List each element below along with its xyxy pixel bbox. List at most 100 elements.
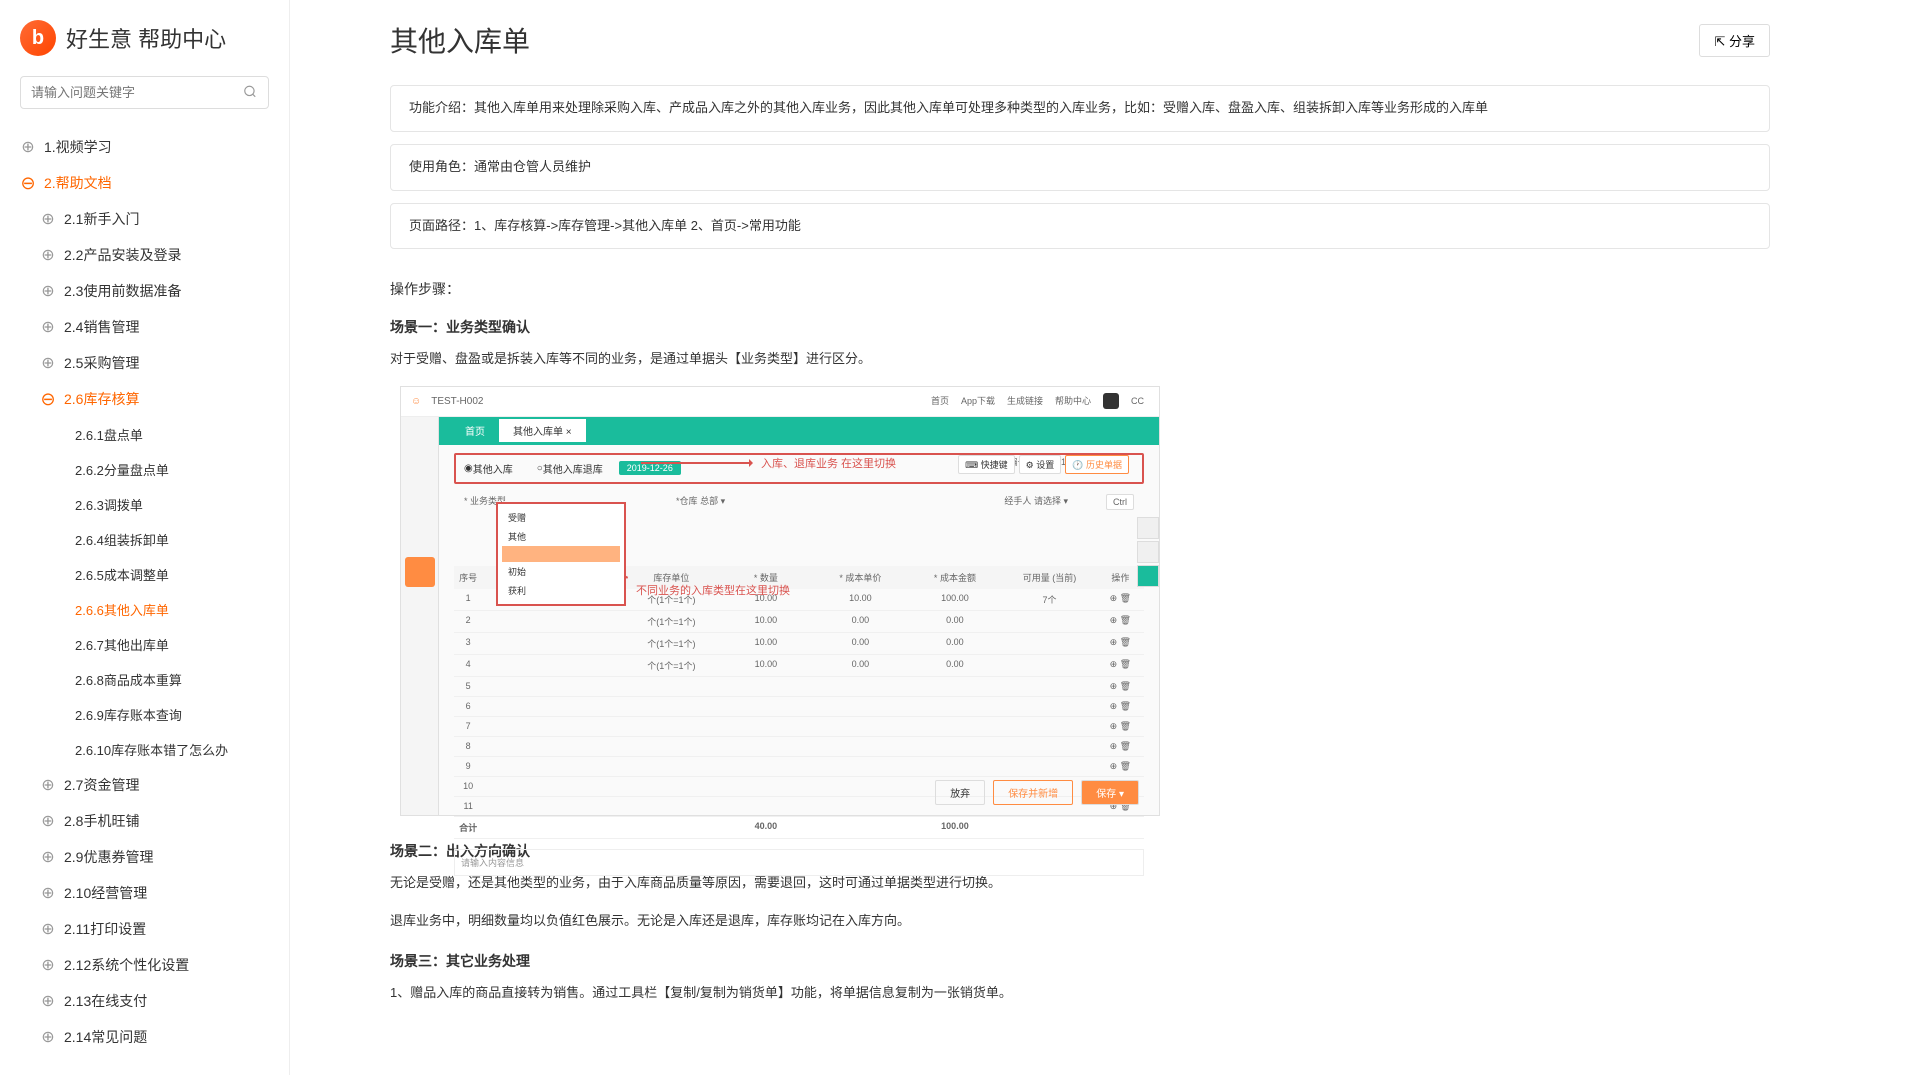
plus-icon: ⊕ <box>40 957 56 973</box>
scene3-desc1: 1、赠品入库的商品直接转为销售。通过工具栏【复制/复制为销货单】功能，将单据信息… <box>390 981 1770 1004</box>
nav-2-8[interactable]: ⊕2.8手机旺铺 <box>20 803 269 839</box>
sp-biztype-dropdown: 受赠 其他 初始 获利 <box>496 502 626 606</box>
annotation-2: 不同业务的入库类型在这里切换 <box>636 582 790 598</box>
sp-top-gen: 生成链接 <box>1007 394 1043 407</box>
nav-2-6-2[interactable]: 2.6.2分量盘点单 <box>20 452 269 487</box>
nav-2-6-5[interactable]: 2.6.5成本调整单 <box>20 557 269 592</box>
nav-2-3[interactable]: ⊕2.3使用前数据准备 <box>20 273 269 309</box>
nav-2-6-10[interactable]: 2.6.10库存账本错了怎么办 <box>20 732 269 767</box>
nav-2-6-7[interactable]: 2.6.7其他出库单 <box>20 627 269 662</box>
intro-label: 功能介绍： <box>409 100 474 115</box>
plus-icon: ⊕ <box>40 885 56 901</box>
sp-top-user: CC <box>1131 396 1144 406</box>
table-row: 7⊕ 🗑 <box>454 717 1144 737</box>
plus-icon: ⊕ <box>40 247 56 263</box>
sp-wh: *仓库 总部 ▾ <box>676 494 725 510</box>
nav-2-13[interactable]: ⊕2.13在线支付 <box>20 983 269 1019</box>
minus-icon: ⊖ <box>40 391 56 407</box>
sp-right-buttons: ⌨ 快捷键 ⚙ 设置 🕐 历史单据 <box>958 455 1129 474</box>
plus-icon: ⊕ <box>40 211 56 227</box>
share-button[interactable]: ⇱ 分享 <box>1699 24 1770 57</box>
nav-2-10[interactable]: ⊕2.10经营管理 <box>20 875 269 911</box>
nav-2-1[interactable]: ⊕2.1新手入门 <box>20 201 269 237</box>
role-text: 通常由仓管人员维护 <box>474 159 591 174</box>
search-icon[interactable] <box>243 84 257 101</box>
nav-2-6-1[interactable]: 2.6.1盘点单 <box>20 417 269 452</box>
embedded-screenshot: ☺ TEST-H002 首页 App下载 生成链接 帮助中心 CC <box>400 386 1160 816</box>
sp-tabbar: 首页 其他入库单 × <box>401 417 1159 445</box>
nav-2-6-8[interactable]: 2.6.8商品成本重算 <box>20 662 269 697</box>
sidetool-icon <box>1137 565 1159 587</box>
annotation-arrow <box>641 462 751 464</box>
plus-icon: ⊕ <box>40 319 56 335</box>
plus-icon: ⊕ <box>40 921 56 937</box>
sp-maker: 经手人 请选择 ▾ <box>1004 494 1068 510</box>
nav-2-7[interactable]: ⊕2.7资金管理 <box>20 767 269 803</box>
dd-item: 获利 <box>502 581 620 600</box>
sp-btn-shortcut: ⌨ 快捷键 <box>958 455 1015 474</box>
nav-2-4[interactable]: ⊕2.4销售管理 <box>20 309 269 345</box>
sp-logo-icon: ☺ <box>411 396 421 407</box>
sp-top-home: 首页 <box>931 394 949 407</box>
th-no: 序号 <box>454 571 482 584</box>
plus-icon: ⊕ <box>40 813 56 829</box>
sp-nav-icon-active <box>405 557 435 587</box>
nav-2-11[interactable]: ⊕2.11打印设置 <box>20 911 269 947</box>
sp-btn-save-add: 保存并新增 <box>993 780 1073 805</box>
share-icon: ⇱ <box>1714 34 1725 49</box>
plus-icon: ⊕ <box>40 355 56 371</box>
search-input[interactable] <box>20 76 269 109</box>
path-card: 页面路径：1、库存核算->库存管理->其他入库单 2、首页->常用功能 <box>390 203 1770 250</box>
intro-card: 功能介绍：其他入库单用来处理除采购入库、产成品入库之外的其他入库业务，因此其他入… <box>390 85 1770 132</box>
nav-2-14[interactable]: ⊕2.14常见问题 <box>20 1019 269 1055</box>
scene3-title: 场景三：其它业务处理 <box>390 951 1770 971</box>
role-label: 使用角色： <box>409 159 474 174</box>
nav-2-2[interactable]: ⊕2.2产品安装及登录 <box>20 237 269 273</box>
nav-2-6-3[interactable]: 2.6.3调拨单 <box>20 487 269 522</box>
sp-radio-return: ○ 其他入库退库 <box>529 461 611 476</box>
nav-help-docs[interactable]: ⊖2.帮助文档 <box>20 165 269 201</box>
table-row: 8⊕ 🗑 <box>454 737 1144 757</box>
nav-video[interactable]: ⊕1.视频学习 <box>20 129 269 165</box>
sp-test-label: TEST-H002 <box>431 396 483 407</box>
nav-2-6[interactable]: ⊖2.6库存核算 <box>20 381 269 417</box>
sp-tab-home: 首页 <box>451 419 499 442</box>
minus-icon: ⊖ <box>20 175 36 191</box>
table-row: 2 个(1个=1个)10.000.000.00⊕ 🗑 <box>454 611 1144 633</box>
scene2-desc2: 退库业务中，明细数量均以负值红色展示。无论是入库还是退库，库存账均记在入库方向。 <box>390 909 1770 932</box>
intro-text: 其他入库单用来处理除采购入库、产成品入库之外的其他入库业务，因此其他入库单可处理… <box>474 100 1488 115</box>
logo-text: 好生意 帮助中心 <box>66 22 226 54</box>
scene1-desc: 对于受赠、盘盈或是拆装入库等不同的业务，是通过单据头【业务类型】进行区分。 <box>390 347 1770 370</box>
sp-ctrl: Ctrl <box>1106 494 1134 510</box>
search-box <box>20 76 269 109</box>
table-total-row: 合计 40.00100.00 <box>454 817 1144 839</box>
sp-nav-icon <box>405 489 435 519</box>
nav-2-9[interactable]: ⊕2.9优惠券管理 <box>20 839 269 875</box>
plus-icon: ⊕ <box>40 993 56 1009</box>
table-row: 6⊕ 🗑 <box>454 697 1144 717</box>
page-title: 其他入库单 <box>390 20 530 60</box>
avatar-icon <box>1103 393 1119 409</box>
sp-tab-doc: 其他入库单 × <box>499 419 586 442</box>
nav-2-12[interactable]: ⊕2.12系统个性化设置 <box>20 947 269 983</box>
nav-2-6-9[interactable]: 2.6.9库存账本查询 <box>20 697 269 732</box>
sp-top-help: 帮助中心 <box>1055 394 1091 407</box>
sp-nav-icon <box>405 523 435 553</box>
sp-btn-settings: ⚙ 设置 <box>1019 455 1062 474</box>
th-price: * 成本单价 <box>813 571 908 584</box>
sp-btn-history: 🕐 历史单据 <box>1065 455 1129 474</box>
plus-icon: ⊕ <box>20 139 36 155</box>
sp-btn-discard: 放弃 <box>935 780 985 805</box>
role-card: 使用角色：通常由仓管人员维护 <box>390 144 1770 191</box>
plus-icon: ⊕ <box>40 1029 56 1045</box>
nav-2-5[interactable]: ⊕2.5采购管理 <box>20 345 269 381</box>
th-avail: 可用量 (当前) <box>1002 571 1097 584</box>
sp-memo: 请输入内容信息 <box>454 849 1144 876</box>
logo-icon: b <box>20 20 56 56</box>
sp-btn-save: 保存 ▾ <box>1081 780 1139 805</box>
nav-2-6-4[interactable]: 2.6.4组装拆卸单 <box>20 522 269 557</box>
sp-nav-icon <box>405 421 435 451</box>
plus-icon: ⊕ <box>40 283 56 299</box>
steps-label: 操作步骤： <box>390 279 1770 299</box>
nav-2-6-6[interactable]: 2.6.6其他入库单 <box>20 592 269 627</box>
